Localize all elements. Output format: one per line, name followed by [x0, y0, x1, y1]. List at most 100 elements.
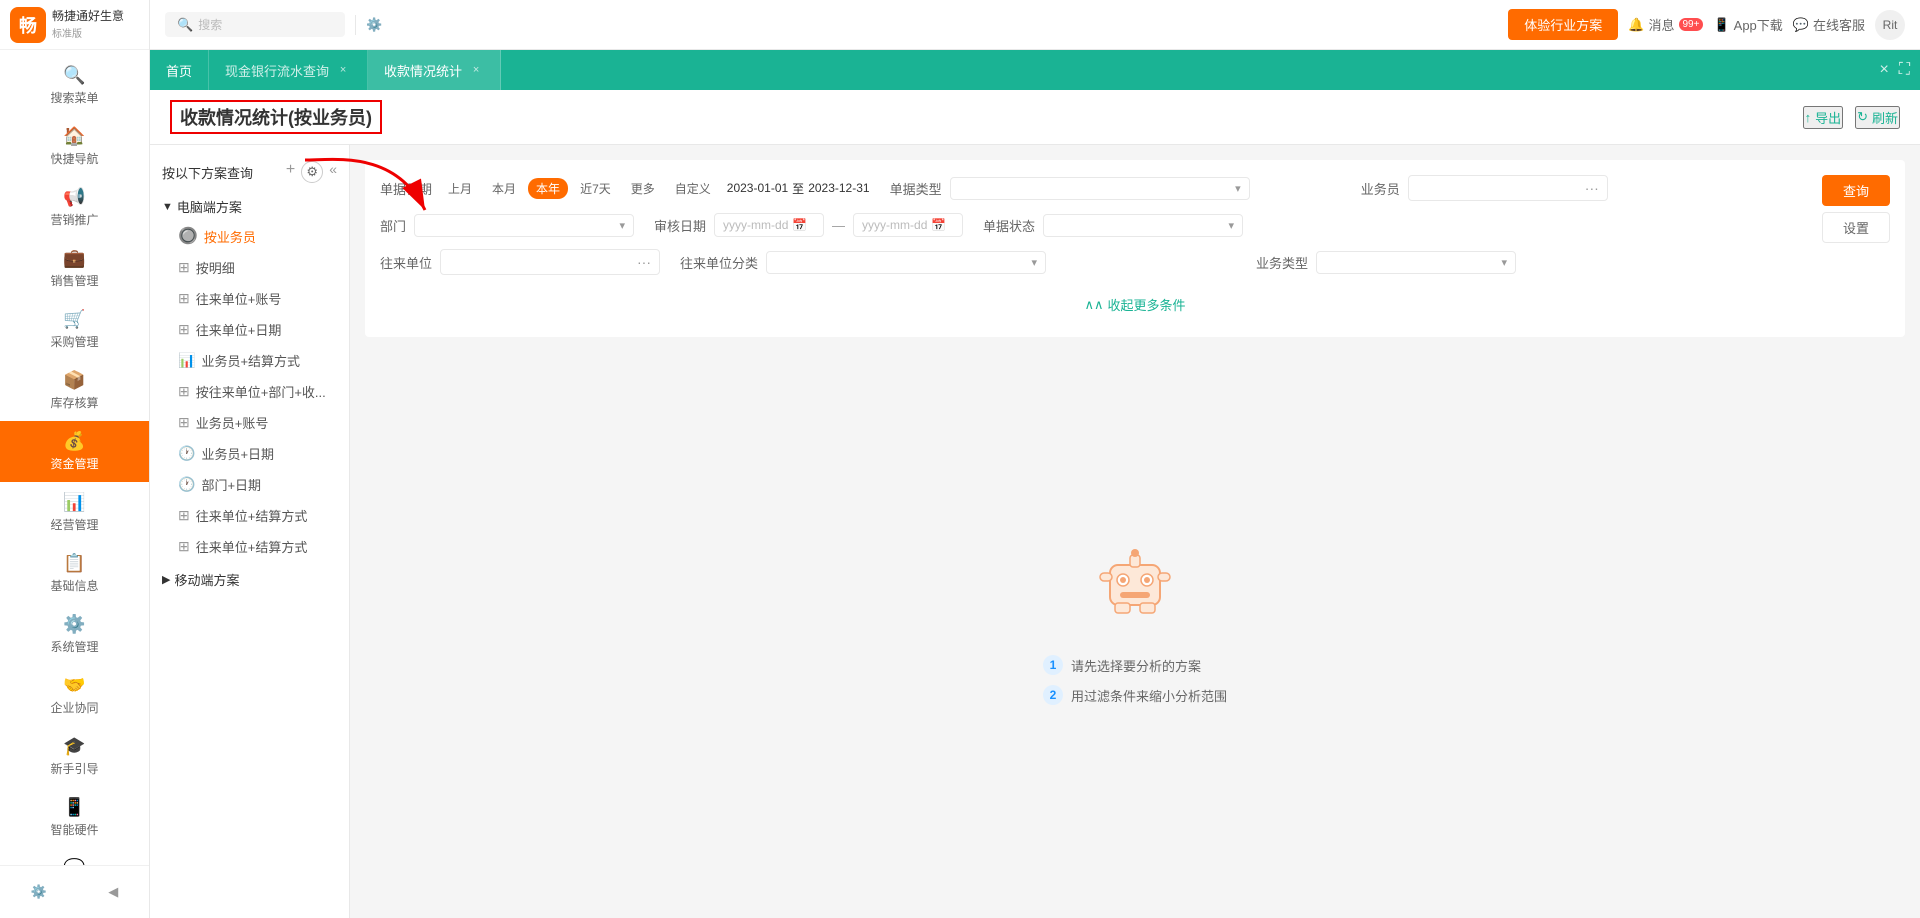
tab-bank-close[interactable]: ×	[335, 62, 351, 78]
topbar-gear-icon[interactable]: ⚙️	[366, 17, 382, 33]
biz-type-select[interactable]: ▾	[1316, 251, 1516, 274]
user-avatar[interactable]: Rit	[1875, 10, 1905, 40]
content-area: 按以下方案查询 + ⚙ « ▼ 电脑端方案 🔘	[150, 145, 1920, 918]
export-btn[interactable]: ↑ 导出	[1803, 106, 1844, 129]
date-tab-this-year[interactable]: 本年	[528, 178, 568, 199]
staff-filter-item: 业务员 ···	[1361, 175, 1812, 201]
plan-item-staff-settle[interactable]: 📊 业务员+结算方式	[150, 345, 349, 376]
date-tab-last-month[interactable]: 上月	[440, 178, 480, 199]
type-dropdown-arrow: ▾	[1235, 182, 1241, 195]
detail-icon: ⊞	[178, 259, 190, 276]
basic-icon: 📋	[63, 553, 85, 574]
collapse-panel-btn[interactable]: «	[329, 161, 337, 183]
empty-tips: 1 请先选择要分析的方案 2 用过滤条件来缩小分析范围	[1043, 655, 1227, 705]
filter-settings-btn[interactable]: 设置	[1822, 212, 1890, 243]
filter-fields: 单据日期 上月 本月 本年 近7天 更多 自定义	[380, 175, 1812, 287]
filter-row-3: 往来单位 ··· 往来单位分类	[380, 249, 1812, 275]
date-tab-more[interactable]: 更多	[623, 178, 663, 199]
sidebar-collapse-btn[interactable]: ◀	[100, 876, 126, 908]
filter-row-1: 单据日期 上月 本月 本年 近7天 更多 自定义	[380, 175, 1812, 201]
sidebar-item-hardware[interactable]: 📱 智能硬件	[0, 787, 149, 848]
sidebar-item-purchase[interactable]: 🛒 采购管理	[0, 299, 149, 360]
sidebar-item-search[interactable]: 🔍 搜索菜单	[0, 55, 149, 116]
sidebar-item-basic[interactable]: 📋 基础信息	[0, 543, 149, 604]
type-select[interactable]: ▾	[950, 177, 1250, 200]
dept-filter-item: 部门 ▾	[380, 214, 634, 237]
plan-item-staff-date[interactable]: 🕐 业务员+日期	[150, 438, 349, 469]
query-btn[interactable]: 查询	[1822, 175, 1890, 206]
staff-select[interactable]: ···	[1408, 175, 1608, 201]
sidebar-item-wechat[interactable]: 💬 企业微信	[0, 848, 149, 865]
tab-home[interactable]: 首页	[150, 50, 209, 90]
sidebar-item-system[interactable]: ⚙️ 系统管理	[0, 604, 149, 665]
unit-select[interactable]: ···	[440, 249, 660, 275]
review-date-from[interactable]: yyyy-mm-dd 📅	[714, 213, 824, 237]
sidebar-item-operation[interactable]: 📊 经营管理	[0, 482, 149, 543]
online-service-btn[interactable]: 💬 在线客服	[1793, 15, 1865, 34]
sidebar-item-marketing[interactable]: 📢 营销推广	[0, 177, 149, 238]
tab-close-all-btn[interactable]: ×	[1879, 61, 1888, 79]
desktop-group-title[interactable]: ▼ 电脑端方案	[150, 193, 349, 220]
sidebar-settings-btn[interactable]: ⚙️	[23, 876, 55, 908]
review-date-to[interactable]: yyyy-mm-dd 📅	[853, 213, 963, 237]
tab-receipt-close[interactable]: ×	[468, 62, 484, 78]
tab-expand-btn[interactable]: ⛶	[1899, 61, 1910, 79]
page-header: 收款情况统计(按业务员) ↑ 导出 ↻ 刷新	[150, 90, 1920, 145]
plan-item-unit-date[interactable]: ⊞ 往来单位+日期	[150, 314, 349, 345]
mobile-group-arrow: ▶	[162, 573, 170, 586]
plan-item-by-staff[interactable]: 🔘 按业务员	[150, 220, 349, 252]
sidebar-item-inventory[interactable]: 📦 库存核算	[0, 360, 149, 421]
sidebar-item-sales[interactable]: 💼 销售管理	[0, 238, 149, 299]
gear-circle-icon: ⚙	[301, 161, 323, 183]
app-download-btn[interactable]: 📱 App下载	[1713, 15, 1782, 34]
notification-btn[interactable]: 🔔 消息 99+	[1628, 15, 1703, 34]
settings-plan-btn[interactable]: ⚙	[301, 161, 323, 183]
plan-item-unit-account[interactable]: ⊞ 往来单位+账号	[150, 283, 349, 314]
filter-area: 单据日期 上月 本月 本年 近7天 更多 自定义	[365, 160, 1905, 337]
date-tab-custom[interactable]: 自定义	[667, 178, 719, 199]
staff-dots-btn[interactable]: ···	[1585, 180, 1599, 196]
refresh-btn[interactable]: ↻ 刷新	[1855, 106, 1900, 129]
hardware-icon: 📱	[63, 797, 85, 818]
trial-btn[interactable]: 体验行业方案	[1508, 9, 1618, 40]
plan-item-unit-settle1[interactable]: ⊞ 往来单位+结算方式	[150, 500, 349, 531]
sidebar-item-corp[interactable]: 🤝 企业协同	[0, 665, 149, 726]
topbar-search[interactable]: 🔍 搜索	[165, 12, 345, 37]
operation-icon: 📊	[63, 492, 85, 513]
mobile-group-title[interactable]: ▶ 移动端方案	[150, 566, 349, 593]
sidebar-item-quicknav[interactable]: 🏠 快捷导航	[0, 116, 149, 177]
home-icon: 🏠	[63, 126, 85, 147]
plan-item-unit-dept[interactable]: ⊞ 按往来单位+部门+收...	[150, 376, 349, 407]
filter-row-wrapper: 单据日期 上月 本月 本年 近7天 更多 自定义	[380, 175, 1890, 287]
system-icon: ⚙️	[63, 614, 85, 635]
unit-dots-btn[interactable]: ···	[637, 254, 651, 270]
sidebar-item-guide[interactable]: 🎓 新手引导	[0, 726, 149, 787]
wechat-icon: 💬	[63, 858, 85, 865]
collapse-filter-btn[interactable]: ∧∧ 收起更多条件	[380, 287, 1890, 322]
topbar: 🔍 搜索 ⚙️ 体验行业方案 🔔 消息 99+ 📱 App下载 💬 在线客服 R…	[150, 0, 1920, 50]
empty-tip-1: 1 请先选择要分析的方案	[1043, 655, 1227, 675]
guide-icon: 🎓	[63, 736, 85, 757]
plan-item-unit-settle2[interactable]: ⊞ 往来单位+结算方式	[150, 531, 349, 562]
plan-item-staff-account[interactable]: ⊞ 业务员+账号	[150, 407, 349, 438]
desktop-group-arrow: ▼	[162, 201, 173, 213]
panel-header: 按以下方案查询 + ⚙ «	[150, 155, 349, 189]
review-filter-item: 审核日期 yyyy-mm-dd 📅 — yyyy-mm-dd 📅	[654, 213, 963, 237]
plan-item-by-detail[interactable]: ⊞ 按明细	[150, 252, 349, 283]
status-select[interactable]: ▾	[1043, 214, 1243, 237]
staff-date-icon: 🕐	[178, 445, 195, 462]
search-icon: 🔍	[177, 17, 193, 33]
unit-dept-icon: ⊞	[178, 383, 190, 400]
date-tabs: 上月 本月 本年 近7天 更多 自定义	[440, 178, 719, 199]
sidebar-item-finance[interactable]: 💰 资金管理	[0, 421, 149, 482]
plan-item-dept-date[interactable]: 🕐 部门+日期	[150, 469, 349, 500]
sidebar-bottom: ⚙️ ◀	[0, 865, 149, 918]
unit-category-select[interactable]: ▾	[766, 251, 1046, 274]
date-tab-7days[interactable]: 近7天	[572, 178, 619, 199]
tab-receipt[interactable]: 收款情况统计 ×	[368, 50, 501, 90]
add-plan-btn[interactable]: +	[286, 161, 295, 183]
date-tab-this-month[interactable]: 本月	[484, 178, 524, 199]
tabbar-right: × ⛶	[1869, 50, 1920, 90]
dept-select[interactable]: ▾	[414, 214, 634, 237]
tab-bank[interactable]: 现金银行流水查询 ×	[209, 50, 368, 90]
